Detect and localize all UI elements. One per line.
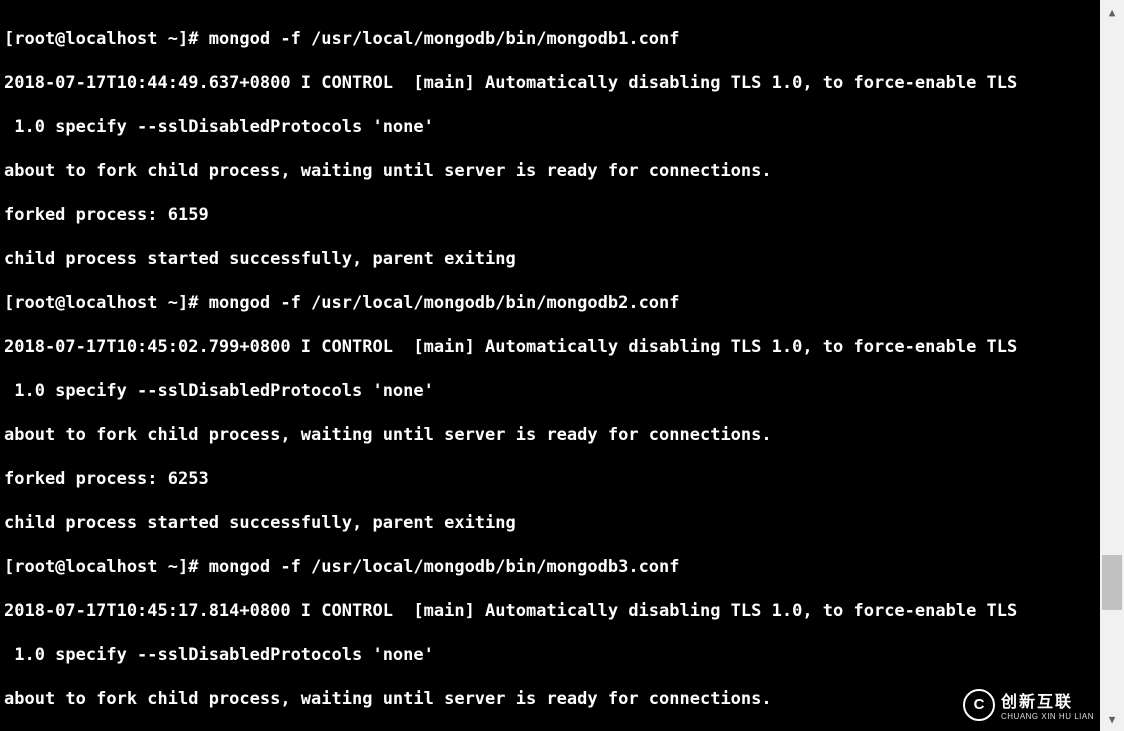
output-line: 1.0 specify --sslDisabledProtocols 'none… (4, 116, 1096, 138)
output-line: 1.0 specify --sslDisabledProtocols 'none… (4, 380, 1096, 402)
command-text: mongod -f /usr/local/mongodb/bin/mongodb… (209, 557, 680, 577)
chevron-up-icon: ▲ (1109, 6, 1116, 19)
viewport: [root@localhost ~]# mongod -f /usr/local… (0, 0, 1124, 731)
output-line: about to fork child process, waiting unt… (4, 424, 1096, 446)
output-line: 1.0 specify --sslDisabledProtocols 'none… (4, 644, 1096, 666)
command-line: [root@localhost ~]# mongod -f /usr/local… (4, 556, 1096, 578)
output-line: 2018-07-17T10:45:17.814+0800 I CONTROL [… (4, 600, 1096, 622)
shell-prompt: [root@localhost ~]# (4, 29, 209, 49)
output-line: forked process: 6253 (4, 468, 1096, 490)
command-text: mongod -f /usr/local/mongodb/bin/mongodb… (209, 293, 680, 313)
output-line: child process started successfully, pare… (4, 248, 1096, 270)
command-text: mongod -f /usr/local/mongodb/bin/mongodb… (209, 29, 680, 49)
scrollbar-thumb[interactable] (1102, 555, 1122, 610)
output-line: child process started successfully, pare… (4, 512, 1096, 534)
output-line: forked process: 6159 (4, 204, 1096, 226)
output-line: about to fork child process, waiting unt… (4, 688, 1096, 710)
command-line: [root@localhost ~]# mongod -f /usr/local… (4, 292, 1096, 314)
shell-prompt: [root@localhost ~]# (4, 293, 209, 313)
output-line: about to fork child process, waiting unt… (4, 160, 1096, 182)
scrollbar-down-button[interactable]: ▼ (1100, 707, 1124, 731)
scrollbar-up-button[interactable]: ▲ (1100, 0, 1124, 24)
output-line: 2018-07-17T10:44:49.637+0800 I CONTROL [… (4, 72, 1096, 94)
scrollbar-track[interactable]: ▲ ▼ (1100, 0, 1124, 731)
terminal-output[interactable]: [root@localhost ~]# mongod -f /usr/local… (0, 0, 1100, 731)
output-line: 2018-07-17T10:45:02.799+0800 I CONTROL [… (4, 336, 1096, 358)
shell-prompt: [root@localhost ~]# (4, 557, 209, 577)
command-line: [root@localhost ~]# mongod -f /usr/local… (4, 28, 1096, 50)
chevron-down-icon: ▼ (1109, 713, 1116, 726)
